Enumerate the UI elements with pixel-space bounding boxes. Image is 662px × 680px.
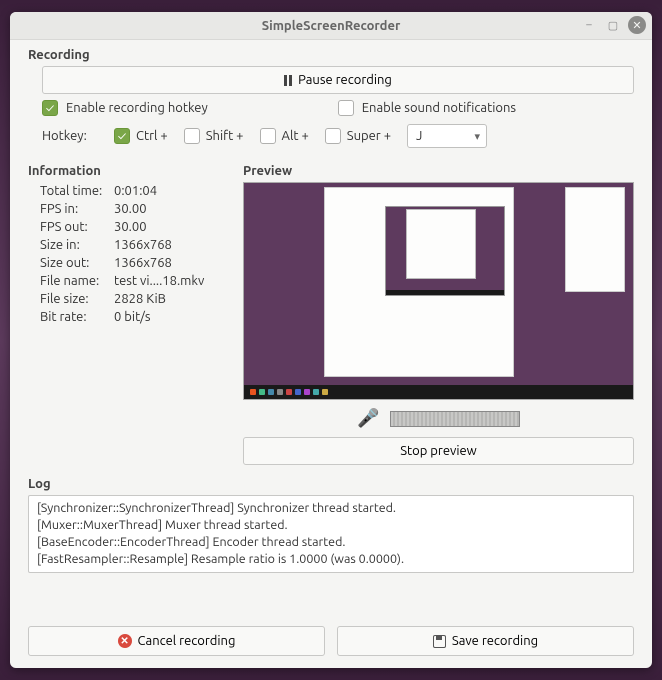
log-title: Log [28, 477, 634, 491]
close-button[interactable]: ✕ [628, 16, 646, 34]
enable-hotkey-checkbox[interactable] [42, 100, 58, 116]
size-in-value: 1366x768 [114, 238, 172, 252]
pause-recording-label: Pause recording [298, 73, 392, 87]
recording-section: Recording Pause recording Enable recordi… [28, 48, 634, 148]
size-in-key: Size in: [40, 238, 108, 252]
enable-sound-label: Enable sound notifications [362, 101, 516, 115]
file-size-value: 2828 KiB [114, 292, 166, 306]
preview-section: Preview [243, 164, 634, 465]
pause-icon [284, 75, 292, 86]
information-section: Information Total time: 0:01:04 FPS in: 30… [28, 164, 223, 465]
log-output[interactable]: [Synchronizer::SynchronizerThread] Synch… [28, 495, 634, 573]
maximize-button[interactable]: ▢ [604, 16, 622, 34]
bit-rate-key: Bit rate: [40, 310, 108, 324]
size-out-key: Size out: [40, 256, 108, 270]
file-name-value: test vi....18.mkv [114, 274, 204, 288]
window-title: SimpleScreenRecorder [262, 19, 401, 33]
hotkey-key-select[interactable]: J [407, 124, 487, 148]
preview-image [243, 182, 634, 400]
log-section: Log [Synchronizer::SynchronizerThread] S… [28, 477, 634, 573]
stop-preview-button[interactable]: Stop preview [243, 437, 634, 465]
information-title: Information [28, 164, 223, 178]
minimize-button[interactable]: – [580, 16, 598, 34]
cancel-recording-button[interactable]: ✕ Cancel recording [28, 626, 325, 656]
hotkey-key-value: J [416, 129, 422, 143]
fps-out-value: 30.00 [114, 220, 147, 234]
fps-in-key: FPS in: [40, 202, 108, 216]
fps-out-key: FPS out: [40, 220, 108, 234]
ctrl-label: Ctrl + [136, 129, 168, 143]
stop-preview-label: Stop preview [400, 444, 477, 458]
footer: ✕ Cancel recording Save recording [10, 618, 652, 668]
file-size-key: File size: [40, 292, 108, 306]
microphone-icon: 🎤 [357, 408, 379, 429]
alt-checkbox[interactable] [260, 128, 276, 144]
preview-title: Preview [243, 164, 634, 178]
size-out-value: 1366x768 [114, 256, 172, 270]
app-window: SimpleScreenRecorder – ▢ ✕ Recording Pau… [10, 12, 652, 668]
recording-title: Recording [28, 48, 634, 62]
enable-sound-checkbox[interactable] [338, 100, 354, 116]
total-time-key: Total time: [40, 184, 108, 198]
audio-level-meter [390, 411, 520, 427]
cancel-recording-label: Cancel recording [138, 634, 236, 648]
enable-hotkey-label: Enable recording hotkey [66, 101, 208, 115]
save-icon [433, 635, 446, 648]
pause-recording-button[interactable]: Pause recording [42, 66, 634, 94]
fps-in-value: 30.00 [114, 202, 147, 216]
super-checkbox[interactable] [325, 128, 341, 144]
alt-label: Alt + [282, 129, 309, 143]
save-recording-label: Save recording [452, 634, 538, 648]
log-line: [FastResampler::Resample] Resample ratio… [37, 551, 625, 568]
ctrl-checkbox[interactable] [114, 128, 130, 144]
bit-rate-value: 0 bit/s [114, 310, 151, 324]
file-name-key: File name: [40, 274, 108, 288]
cancel-icon: ✕ [118, 634, 132, 648]
hotkey-label: Hotkey: [42, 129, 98, 143]
save-recording-button[interactable]: Save recording [337, 626, 634, 656]
super-label: Super + [347, 129, 391, 143]
log-line: [BaseEncoder::EncoderThread] Encoder thr… [37, 534, 625, 551]
log-line: [Muxer::MuxerThread] Muxer thread starte… [37, 517, 625, 534]
titlebar[interactable]: SimpleScreenRecorder – ▢ ✕ [10, 12, 652, 40]
shift-checkbox[interactable] [184, 128, 200, 144]
shift-label: Shift + [206, 129, 244, 143]
log-line: [Synchronizer::SynchronizerThread] Synch… [37, 500, 625, 517]
total-time-value: 0:01:04 [114, 184, 157, 198]
